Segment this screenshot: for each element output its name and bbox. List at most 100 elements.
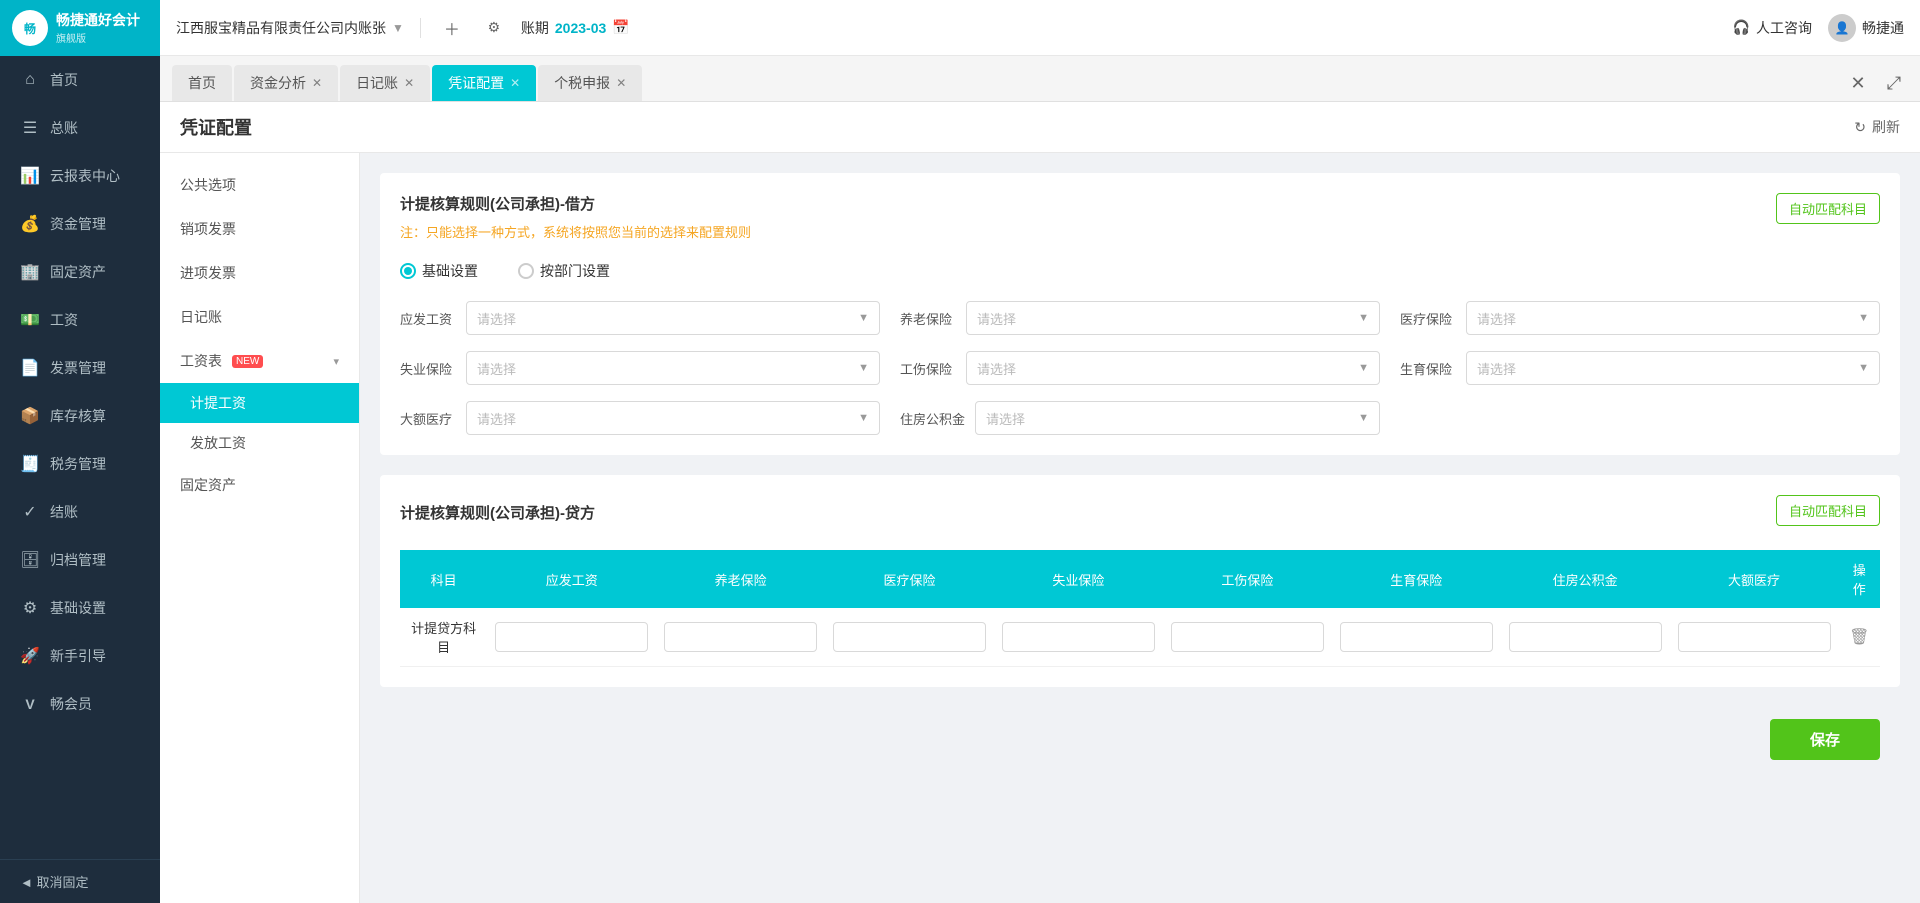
add-button[interactable]: ＋ — [437, 13, 467, 43]
select-yiliao[interactable]: 请选择 ▼ — [1466, 301, 1880, 335]
row-cell-yingfa — [487, 608, 656, 667]
ledger-icon: ☰ — [20, 118, 40, 138]
select-shengyu[interactable]: 请选择 ▼ — [1466, 351, 1880, 385]
radio-dept[interactable]: 按部门设置 — [518, 261, 610, 281]
input-yiliao[interactable] — [833, 622, 986, 652]
select-chevron-icon-7: ▼ — [858, 412, 869, 424]
new-badge: NEW — [232, 355, 263, 368]
select-shiye[interactable]: 请选择 ▼ — [466, 351, 880, 385]
sidebar-item-checkout[interactable]: ✓ 结账 — [0, 488, 160, 536]
close-all-button[interactable]: ✕ — [1844, 69, 1872, 97]
input-daeyiliao[interactable] — [1678, 622, 1831, 652]
col-action: 操作 — [1839, 550, 1880, 608]
input-yingfa[interactable] — [495, 622, 648, 652]
sidebar-item-funds[interactable]: 💰 资金管理 — [0, 200, 160, 248]
headphone-icon: 🎧 — [1733, 19, 1750, 36]
left-nav: 公共选项 销项发票 进项发票 日记账 工资表 NEW ▾ — [160, 153, 360, 903]
sidebar-item-settings[interactable]: ⚙ 基础设置 — [0, 584, 160, 632]
section-debit-title: 计提核算规则(公司承担)-借方 注：只能选择一种方式，系统将按照您当前的选择来配… — [400, 193, 751, 257]
tabbar: 首页 资金分析 ✕ 日记账 ✕ 凭证配置 ✕ 个税申报 ✕ ✕ ⤢ — [160, 56, 1920, 102]
sidebar-logo: 畅 畅捷通好会计 旗舰版 — [0, 0, 160, 56]
row-cell-gongjijin — [1501, 608, 1670, 667]
nav-item-sales[interactable]: 销项发票 — [160, 207, 359, 251]
nav-group-salary[interactable]: 工资表 NEW ▾ — [160, 339, 359, 383]
col-yingfa: 应发工资 — [487, 550, 656, 608]
company-selector[interactable]: 江西服宝精品有限责任公司内账张 ▼ — [176, 18, 404, 38]
section-credit: 计提核算规则(公司承担)-贷方 自动匹配科目 科目 应发工资 养老保险 医疗保险… — [380, 475, 1900, 687]
select-daeyiliao[interactable]: 请选择 ▼ — [466, 401, 880, 435]
select-gongjijin[interactable]: 请选择 ▼ — [975, 401, 1380, 435]
nav-item-salary-pay[interactable]: 发放工资 — [160, 423, 359, 463]
auto-match-credit-button[interactable]: 自动匹配科目 — [1776, 495, 1880, 526]
topbar-divider-1 — [420, 18, 421, 38]
auto-match-debit-button[interactable]: 自动匹配科目 — [1776, 193, 1880, 224]
user-menu[interactable]: 👤 畅捷通 — [1828, 14, 1904, 42]
select-yingfa[interactable]: 请选择 ▼ — [466, 301, 880, 335]
expand-button[interactable]: ⤢ — [1880, 69, 1908, 97]
sidebar-item-inventory[interactable]: 📦 库存核算 — [0, 392, 160, 440]
select-yanglao[interactable]: 请选择 ▼ — [966, 301, 1380, 335]
tab-close-journal[interactable]: ✕ — [404, 76, 414, 90]
select-gongshang[interactable]: 请选择 ▼ — [966, 351, 1380, 385]
nav-item-fixed-assets[interactable]: 固定资产 — [160, 463, 359, 507]
form-item-yiliao: 医疗保险 请选择 ▼ — [1400, 301, 1880, 335]
page-header: 凭证配置 ↻ 刷新 — [160, 102, 1920, 153]
service-button[interactable]: 🎧 人工咨询 — [1733, 18, 1812, 38]
sidebar-item-reports[interactable]: 📊 云报表中心 — [0, 152, 160, 200]
row-cell-daeyiliao — [1670, 608, 1839, 667]
funds-icon: 💰 — [20, 214, 40, 234]
logo-text: 畅捷通好会计 旗舰版 — [56, 11, 140, 44]
delete-row-button[interactable]: 🗑 — [1849, 629, 1869, 646]
sidebar-item-vip[interactable]: V 畅会员 — [0, 680, 160, 728]
input-shiye[interactable] — [1002, 622, 1155, 652]
sidebar-item-invoice[interactable]: 📄 发票管理 — [0, 344, 160, 392]
archive-icon: 🗄 — [20, 550, 40, 570]
nav-item-public[interactable]: 公共选项 — [160, 163, 359, 207]
tabbar-actions: ✕ ⤢ — [1844, 69, 1908, 101]
input-yanglao[interactable] — [664, 622, 817, 652]
tab-tax[interactable]: 个税申报 ✕ — [538, 65, 642, 101]
logo-icon: 畅 — [12, 10, 48, 46]
tab-home[interactable]: 首页 — [172, 65, 232, 101]
select-chevron-icon: ▼ — [858, 312, 869, 324]
refresh-button[interactable]: ↻ 刷新 — [1854, 117, 1900, 137]
table-row: 计提贷方科目 🗑 — [400, 608, 1880, 667]
input-shengyu[interactable] — [1340, 622, 1493, 652]
sidebar-item-assets[interactable]: 🏢 固定资产 — [0, 248, 160, 296]
salary-icon: 💵 — [20, 310, 40, 330]
sidebar-item-guide[interactable]: 🚀 新手引导 — [0, 632, 160, 680]
select-chevron-icon-4: ▼ — [858, 362, 869, 374]
tab-close-voucher[interactable]: ✕ — [510, 76, 520, 90]
radio-basic[interactable]: 基础设置 — [400, 261, 478, 281]
nav-item-purchase[interactable]: 进项发票 — [160, 251, 359, 295]
tab-close-funds[interactable]: ✕ — [312, 76, 322, 90]
form-item-shengyu: 生育保险 请选择 ▼ — [1400, 351, 1880, 385]
tab-voucher[interactable]: 凭证配置 ✕ — [432, 65, 536, 101]
sidebar-item-salary[interactable]: 💵 工资 — [0, 296, 160, 344]
nav-group-salary-label: 工资表 NEW — [180, 351, 263, 371]
refresh-icon: ↻ — [1854, 119, 1866, 136]
main-area: 江西服宝精品有限责任公司内账张 ▼ ＋ ⚙ 账期 2023-03 📅 🎧 人工咨… — [160, 0, 1920, 903]
tab-journal[interactable]: 日记账 ✕ — [340, 65, 430, 101]
nav-item-salary-calc[interactable]: 计提工资 — [160, 383, 359, 423]
nav-item-journal[interactable]: 日记账 — [160, 295, 359, 339]
input-gongshang[interactable] — [1171, 622, 1324, 652]
radio-dept-circle — [518, 263, 534, 279]
tab-funds[interactable]: 资金分析 ✕ — [234, 65, 338, 101]
tab-close-tax[interactable]: ✕ — [616, 76, 626, 90]
sidebar-item-home[interactable]: ⌂ 首页 — [0, 56, 160, 104]
sidebar-item-tax[interactable]: 🧾 税务管理 — [0, 440, 160, 488]
cancel-fixed-button[interactable]: ◄ 取消固定 — [0, 859, 160, 903]
row-cell-action: 🗑 — [1839, 608, 1880, 667]
save-button[interactable]: 保存 — [1770, 719, 1880, 760]
input-gongjijin[interactable] — [1509, 622, 1662, 652]
sidebar-item-ledger[interactable]: ☰ 总账 — [0, 104, 160, 152]
sidebar-item-archive[interactable]: 🗄 归档管理 — [0, 536, 160, 584]
section-credit-title: 计提核算规则(公司承担)-贷方 — [400, 502, 595, 523]
settings-button[interactable]: ⚙ — [479, 13, 509, 43]
guide-icon: 🚀 — [20, 646, 40, 666]
table-header-row: 科目 应发工资 养老保险 医疗保险 失业保险 工伤保险 生育保险 住房公积金 大… — [400, 550, 1880, 608]
period-selector[interactable]: 账期 2023-03 📅 — [521, 18, 630, 38]
select-chevron-icon-6: ▼ — [1858, 362, 1869, 374]
debit-form-grid: 应发工资 请选择 ▼ 养老保险 请选择 ▼ — [400, 301, 1880, 435]
